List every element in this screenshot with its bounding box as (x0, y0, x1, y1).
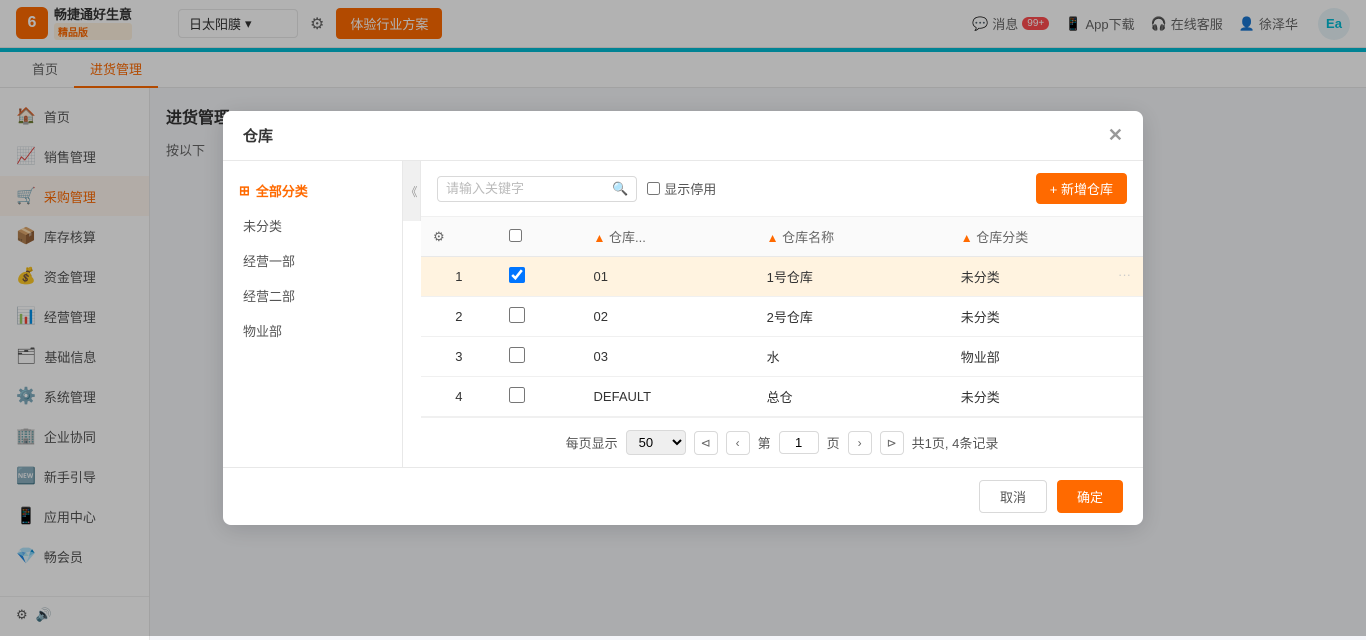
confirm-button[interactable]: 确定 (1057, 480, 1123, 513)
page-suffix: 页 (827, 433, 840, 452)
category-ops1[interactable]: 经营一部 (223, 243, 402, 278)
col-category[interactable]: ▲ 仓库分类 (949, 217, 1143, 257)
modal-overlay: 仓库 ✕ ⊞ 全部分类 未分类 经营一部 经营二部 物业部 《 (0, 0, 1366, 636)
per-page-label: 每页显示 (566, 433, 618, 452)
per-page-select[interactable]: 50 100 200 (626, 430, 686, 455)
page-number-input[interactable] (779, 431, 819, 454)
row-settings-2[interactable]: 2 (421, 297, 497, 337)
table-wrap: ⚙ ▲ 仓库... ▲ 仓库名称 (421, 217, 1143, 417)
cancel-button[interactable]: 取消 (979, 480, 1047, 513)
row-checkbox-4[interactable] (497, 377, 582, 417)
table-row[interactable]: 1 01 1号仓库 未分类 ··· (421, 257, 1143, 297)
col-code[interactable]: ▲ 仓库... (582, 217, 755, 257)
row-name-1: 1号仓库 (755, 257, 949, 297)
row-checkbox-2[interactable] (497, 297, 582, 337)
sort-name-icon: ▲ (767, 231, 779, 245)
col-settings: ⚙ (421, 217, 497, 257)
table-body: 1 01 1号仓库 未分类 ··· 2 02 2号仓库 (421, 257, 1143, 417)
search-icon[interactable]: 🔍 (612, 181, 628, 197)
row-category-2: 未分类 (949, 297, 1143, 337)
next-page-button[interactable]: › (848, 431, 872, 455)
category-all[interactable]: ⊞ 全部分类 (223, 173, 402, 208)
col-checkbox (497, 217, 582, 257)
collapse-panel-button[interactable]: 《 (403, 161, 421, 221)
modal-body: ⊞ 全部分类 未分类 经营一部 经营二部 物业部 《 🔍 (223, 161, 1143, 467)
row-checkbox-3[interactable] (497, 337, 582, 377)
modal-header: 仓库 ✕ (223, 111, 1143, 161)
table-row[interactable]: 2 02 2号仓库 未分类 (421, 297, 1143, 337)
table-toolbar: 🔍 显示停用 + 新增仓库 (421, 161, 1143, 217)
grid-icon: ⊞ (239, 183, 250, 199)
show-disabled-checkbox[interactable] (647, 182, 660, 195)
warehouse-modal: 仓库 ✕ ⊞ 全部分类 未分类 经营一部 经营二部 物业部 《 (223, 111, 1143, 525)
row-name-4: 总仓 (755, 377, 949, 417)
category-unclassified[interactable]: 未分类 (223, 208, 402, 243)
category-panel: ⊞ 全部分类 未分类 经营一部 经营二部 物业部 (223, 161, 403, 467)
col-name[interactable]: ▲ 仓库名称 (755, 217, 949, 257)
row-category-3: 物业部 (949, 337, 1143, 377)
row-settings-1[interactable]: 1 (421, 257, 497, 297)
prev-page-button[interactable]: ‹ (726, 431, 750, 455)
row-code-3: 03 (582, 337, 755, 377)
table-panel: 🔍 显示停用 + 新增仓库 ⚙ (421, 161, 1143, 467)
row-name-3: 水 (755, 337, 949, 377)
category-ops2[interactable]: 经营二部 (223, 278, 402, 313)
pagination: 每页显示 50 100 200 ⊲ ‹ 第 页 › ⊳ 共1页, 4条记录 (421, 417, 1143, 467)
select-all-checkbox[interactable] (509, 229, 522, 242)
row-settings-3[interactable]: 3 (421, 337, 497, 377)
table-row[interactable]: 3 03 水 物业部 (421, 337, 1143, 377)
row-category-4: 未分类 (949, 377, 1143, 417)
row-code-4: DEFAULT (582, 377, 755, 417)
add-warehouse-button[interactable]: + 新增仓库 (1036, 173, 1127, 204)
row-code-1: 01 (582, 257, 755, 297)
modal-footer: 取消 确定 (223, 467, 1143, 525)
row-name-2: 2号仓库 (755, 297, 949, 337)
search-wrap: 🔍 (437, 176, 637, 202)
sort-cat-icon: ▲ (961, 231, 973, 245)
modal-close-button[interactable]: ✕ (1108, 125, 1123, 146)
first-page-button[interactable]: ⊲ (694, 431, 718, 455)
total-records: 共1页, 4条记录 (912, 433, 999, 452)
row-category-1: 未分类 ··· (949, 257, 1143, 297)
table-row[interactable]: 4 DEFAULT 总仓 未分类 (421, 377, 1143, 417)
last-page-button[interactable]: ⊳ (880, 431, 904, 455)
row-code-2: 02 (582, 297, 755, 337)
show-disabled-text: 显示停用 (664, 179, 716, 198)
modal-title: 仓库 (243, 125, 273, 146)
page-label: 第 (758, 433, 771, 452)
table-header: ⚙ ▲ 仓库... ▲ 仓库名称 (421, 217, 1143, 257)
row-checkbox-1[interactable] (497, 257, 582, 297)
category-property[interactable]: 物业部 (223, 313, 402, 348)
row-settings-4[interactable]: 4 (421, 377, 497, 417)
category-all-label: 全部分类 (256, 181, 308, 200)
search-input[interactable] (446, 181, 606, 196)
sort-icon: ▲ (594, 231, 606, 245)
show-disabled-label[interactable]: 显示停用 (647, 179, 716, 198)
warehouse-table: ⚙ ▲ 仓库... ▲ 仓库名称 (421, 217, 1143, 417)
